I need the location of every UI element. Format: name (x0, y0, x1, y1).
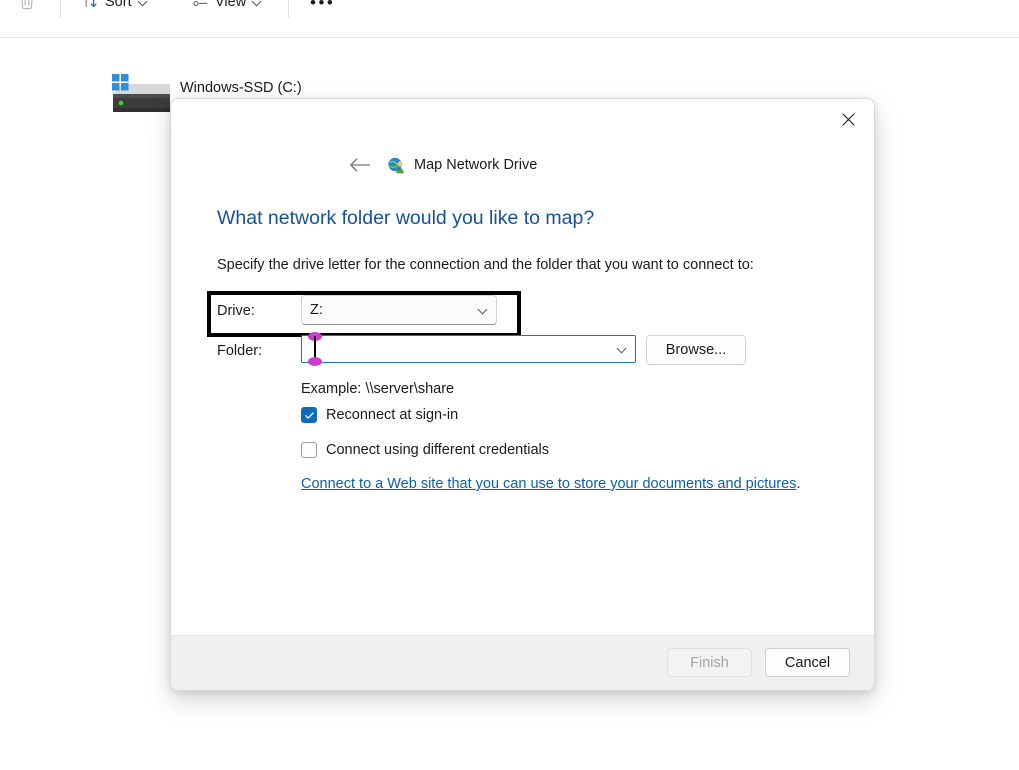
dialog-footer: Finish Cancel (171, 635, 874, 690)
page-subtitle: Specify the drive letter for the connect… (217, 257, 754, 273)
reconnect-at-sign-in-row[interactable]: Reconnect at sign-in (301, 407, 458, 423)
dialog-header: Map Network Drive (171, 145, 874, 185)
cancel-button[interactable]: Cancel (765, 648, 850, 677)
close-icon[interactable] (826, 103, 870, 135)
dialog-body: What network folder would you like to ma… (171, 185, 874, 635)
toolbar-see-more-button[interactable]: ••• (304, 0, 341, 18)
explorer-toolbar: Sort View ••• (0, 0, 1019, 38)
network-drive-globe-icon (387, 156, 406, 175)
sort-icon (82, 0, 99, 13)
dialog-title: Map Network Drive (414, 157, 538, 173)
toolbar-sort-label: Sort (105, 0, 132, 10)
trash-icon (18, 0, 36, 14)
chevron-down-icon (478, 305, 488, 315)
page-title: What network folder would you like to ma… (217, 207, 595, 229)
drive-letter-dropdown[interactable]: Z: (301, 295, 497, 325)
browse-button[interactable]: Browse... (646, 335, 746, 365)
web-link-trailing-period: . (796, 476, 801, 492)
folder-path-input[interactable] (301, 335, 636, 363)
connect-using-different-credentials-checkbox[interactable] (301, 442, 317, 458)
view-icon (192, 0, 209, 13)
hard-drive-icon (110, 74, 172, 120)
finish-button[interactable]: Finish (667, 648, 752, 677)
reconnect-at-sign-in-label: Reconnect at sign-in (326, 407, 459, 423)
folder-field-label: Folder: (217, 343, 263, 359)
connect-using-different-credentials-row[interactable]: Connect using different credentials (301, 442, 549, 458)
connect-to-web-site-link[interactable]: Connect to a Web site that you can use t… (301, 476, 796, 492)
back-arrow-icon[interactable] (347, 152, 373, 178)
toolbar-view-label: View (215, 0, 247, 10)
reconnect-at-sign-in-checkbox[interactable] (301, 407, 317, 423)
toolbar-delete-button[interactable] (12, 0, 42, 18)
folder-example-text: Example: \\server\share (301, 381, 455, 397)
web-site-link-row: Connect to a Web site that you can use t… (301, 476, 800, 492)
chevron-down-icon (138, 0, 148, 7)
drive-letter-value: Z: (310, 302, 323, 318)
chevron-down-icon (252, 0, 262, 7)
toolbar-separator-2 (288, 0, 289, 18)
drive-field-label: Drive: (217, 303, 255, 319)
ellipsis-icon: ••• (310, 0, 336, 12)
file-list-item-label: Windows-SSD (C:) (180, 80, 302, 96)
chevron-down-icon[interactable] (617, 344, 627, 354)
map-network-drive-dialog: Map Network Drive What network folder wo… (170, 98, 875, 691)
connect-using-different-credentials-label: Connect using different credentials (326, 442, 550, 458)
toolbar-separator-1 (60, 0, 61, 18)
toolbar-sort-button[interactable]: Sort (76, 0, 154, 18)
toolbar-view-button[interactable]: View (186, 0, 268, 18)
